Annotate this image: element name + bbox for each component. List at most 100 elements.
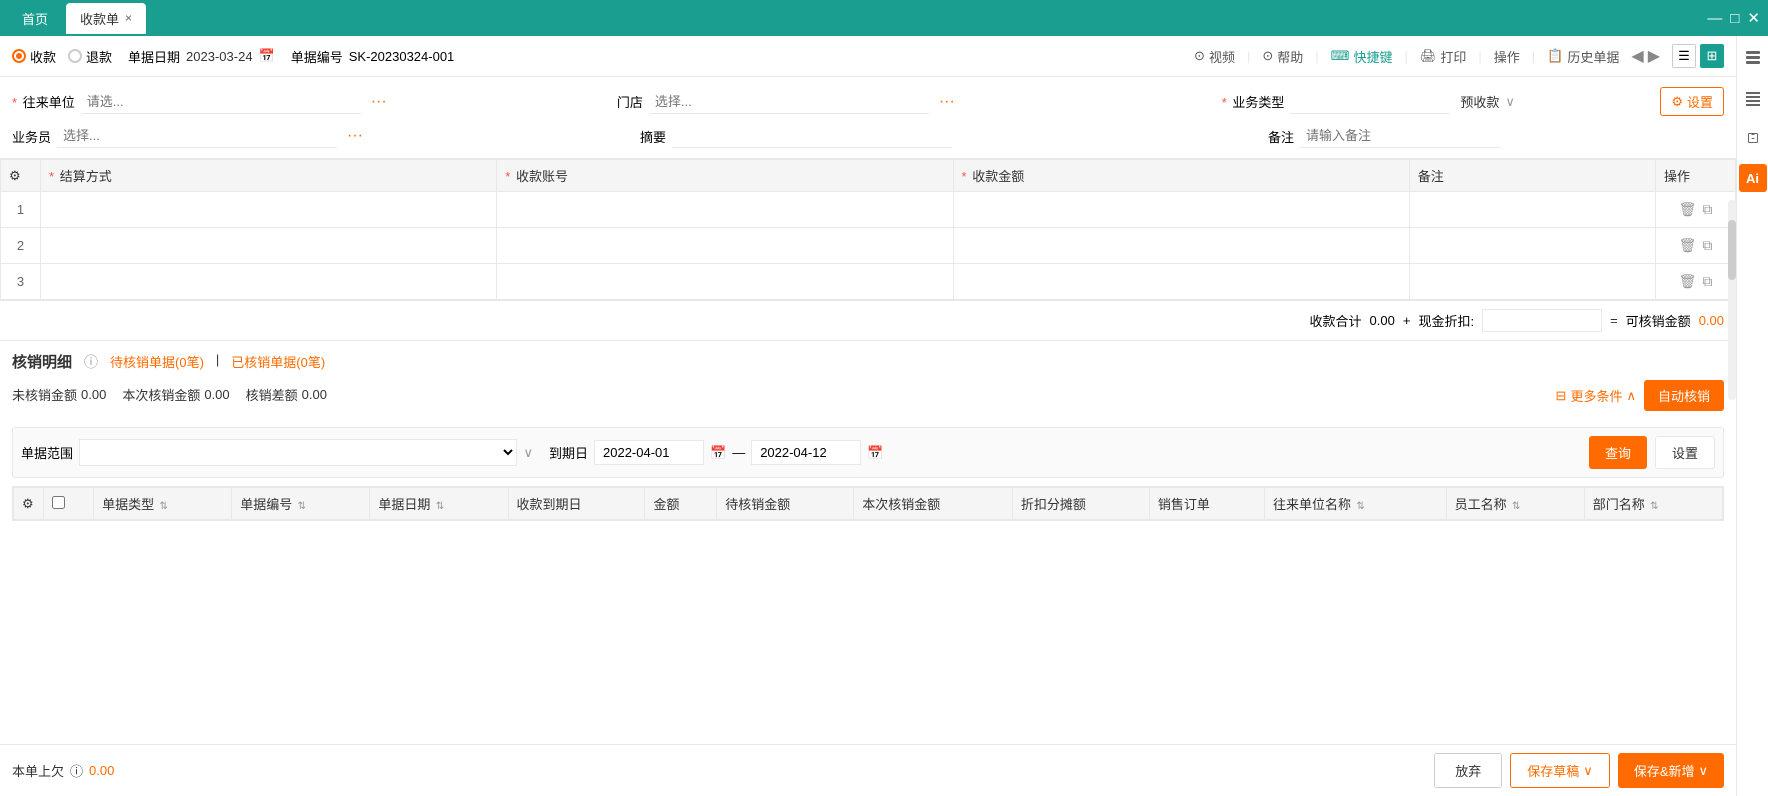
store-more-btn[interactable]: ···	[939, 93, 955, 111]
pending-tab[interactable]: 待核销单据(0笔)	[110, 352, 204, 371]
sidebar-link-icon[interactable]	[1739, 124, 1767, 152]
business-type-dropdown-icon[interactable]: ∨	[1505, 94, 1515, 110]
prev-arrow[interactable]: ◀	[1631, 46, 1643, 66]
counterparty-input[interactable]	[81, 90, 361, 114]
delete-icon-1[interactable]: 🗑	[1679, 201, 1697, 218]
th-setting[interactable]: ⚙	[1, 160, 41, 192]
business-type-label: * 业务类型	[1222, 92, 1285, 111]
tab-bar-right: — □ ✕	[1707, 9, 1760, 27]
save-draft-button[interactable]: 保存草稿 ∨	[1510, 753, 1610, 788]
history-label: 历史单据	[1567, 47, 1619, 66]
summary-label: 摘要	[640, 127, 666, 146]
auto-verify-button[interactable]: 自动核销	[1644, 380, 1724, 411]
help-label: 帮助	[1277, 47, 1303, 66]
setting-icon-bottom[interactable]: ⚙	[22, 496, 34, 511]
summary-input[interactable]	[672, 124, 952, 148]
view-list-icon[interactable]: ☰	[1672, 44, 1696, 68]
store-input[interactable]	[649, 90, 929, 114]
sort-icon-counterparty[interactable]: ⇅	[1356, 501, 1364, 512]
window-maximize-icon[interactable]: □	[1730, 10, 1739, 27]
staff-input[interactable]	[57, 124, 337, 148]
delete-icon-3[interactable]: 🗑	[1679, 273, 1697, 290]
history-btn[interactable]: 📋 历史单据	[1547, 47, 1619, 66]
copy-icon-2[interactable]: ⧉	[1702, 237, 1712, 254]
date-range-field: 到期日 📅 — 📅	[549, 440, 1573, 465]
filter-settings-button[interactable]: 设置	[1655, 436, 1715, 469]
setting-button[interactable]: ⚙ 设置	[1660, 87, 1724, 116]
calendar-from-icon[interactable]: 📅	[710, 445, 726, 461]
help-btn[interactable]: ⊙ 帮助	[1262, 47, 1303, 66]
sidebar-list-icon[interactable]	[1739, 84, 1767, 112]
sidebar-table-icon[interactable]	[1739, 44, 1767, 72]
cell-remark-3[interactable]	[1409, 264, 1655, 300]
print-btn[interactable]: 🖨 打印	[1420, 47, 1467, 66]
th-doc-type: 单据类型 ⇅	[94, 488, 232, 520]
date-to-input[interactable]	[751, 440, 861, 465]
operation-btn[interactable]: 操作	[1494, 47, 1520, 66]
copy-icon-1[interactable]: ⧉	[1702, 201, 1712, 218]
cell-settlement-2[interactable]	[41, 228, 497, 264]
cell-account-1[interactable]	[497, 192, 953, 228]
cell-amount-2[interactable]	[953, 228, 1409, 264]
sort-icon-dept[interactable]: ⇅	[1650, 501, 1658, 512]
query-button[interactable]: 查询	[1589, 436, 1647, 469]
copy-icon-3[interactable]: ⧉	[1702, 273, 1712, 290]
cell-remark-2[interactable]	[1409, 228, 1655, 264]
abandon-button[interactable]: 放弃	[1434, 753, 1502, 788]
cell-amount-3[interactable]	[953, 264, 1409, 300]
window-close-icon[interactable]: ✕	[1747, 9, 1760, 27]
chevron-up-icon: ∧	[1626, 388, 1636, 404]
cell-account-2[interactable]	[497, 228, 953, 264]
date-range-separator: —	[732, 445, 745, 460]
scroll-area[interactable]	[1728, 200, 1736, 400]
save-new-button[interactable]: 保存&新增 ∨	[1618, 753, 1724, 788]
cell-account-3[interactable]	[497, 264, 953, 300]
verify-label: 可核销金额	[1626, 311, 1691, 330]
date-from-input[interactable]	[594, 440, 704, 465]
calendar-icon[interactable]: 📅	[259, 48, 275, 64]
video-btn[interactable]: ⊙ 视频	[1194, 47, 1235, 66]
cell-settlement-1[interactable]	[41, 192, 497, 228]
range-select[interactable]	[79, 439, 517, 466]
radio-refund[interactable]: 退款	[68, 47, 112, 66]
verify-title: 核销明细	[12, 351, 72, 372]
sort-icon-doc-number[interactable]: ⇅	[298, 501, 306, 512]
tab-close-icon[interactable]: ×	[125, 11, 132, 25]
shortcut-btn[interactable]: ⌨ 快捷键	[1331, 47, 1393, 66]
radio-refund-label: 退款	[86, 47, 112, 66]
tab-home[interactable]: 首页	[8, 3, 62, 34]
remark-input[interactable]	[1300, 124, 1500, 148]
counterparty-more-btn[interactable]: ···	[371, 93, 387, 111]
radio-receipt[interactable]: 收款	[12, 47, 56, 66]
sidebar-ai-icon[interactable]: Ai	[1739, 164, 1767, 192]
tab-active[interactable]: 收款单 ×	[66, 3, 146, 34]
more-conditions-btn[interactable]: ⊟ 更多条件 ∧	[1556, 386, 1636, 405]
scroll-thumb[interactable]	[1728, 220, 1736, 280]
next-arrow[interactable]: ▶	[1648, 46, 1660, 66]
date-value[interactable]: 2023-03-24	[186, 49, 253, 64]
sort-icon-doc-type[interactable]: ⇅	[159, 501, 167, 512]
cell-settlement-3[interactable]	[41, 264, 497, 300]
select-all-checkbox[interactable]	[52, 496, 65, 509]
done-tab[interactable]: 已核销单据(0笔)	[231, 352, 325, 371]
right-sidebar: Ai	[1736, 36, 1768, 796]
sort-icon-staff[interactable]: ⇅	[1512, 501, 1520, 512]
calendar-to-icon[interactable]: 📅	[867, 445, 883, 461]
window-minimize-icon[interactable]: —	[1707, 10, 1722, 27]
sort-icon-doc-date[interactable]: ⇅	[436, 501, 444, 512]
total-value: 0.00	[1370, 313, 1395, 328]
shortcut-icon: ⌨	[1331, 48, 1350, 64]
footer-info-icon[interactable]: ⓘ	[70, 761, 83, 780]
remark-field: 备注	[1268, 124, 1724, 148]
footer-label: 本单上欠	[12, 761, 64, 780]
discount-input[interactable]	[1482, 309, 1602, 332]
delete-icon-2[interactable]: 🗑	[1679, 237, 1697, 254]
business-type-input[interactable]	[1290, 90, 1450, 114]
main-table-section: ⚙ * 结算方式 * 收款账号 * 收款金额	[0, 159, 1736, 301]
view-grid-icon[interactable]: ⊞	[1700, 44, 1724, 68]
print-label: 打印	[1440, 47, 1466, 66]
cell-amount-1[interactable]	[953, 192, 1409, 228]
staff-more-btn[interactable]: ···	[347, 127, 363, 145]
info-icon[interactable]: ⓘ	[84, 352, 98, 372]
cell-remark-1[interactable]	[1409, 192, 1655, 228]
